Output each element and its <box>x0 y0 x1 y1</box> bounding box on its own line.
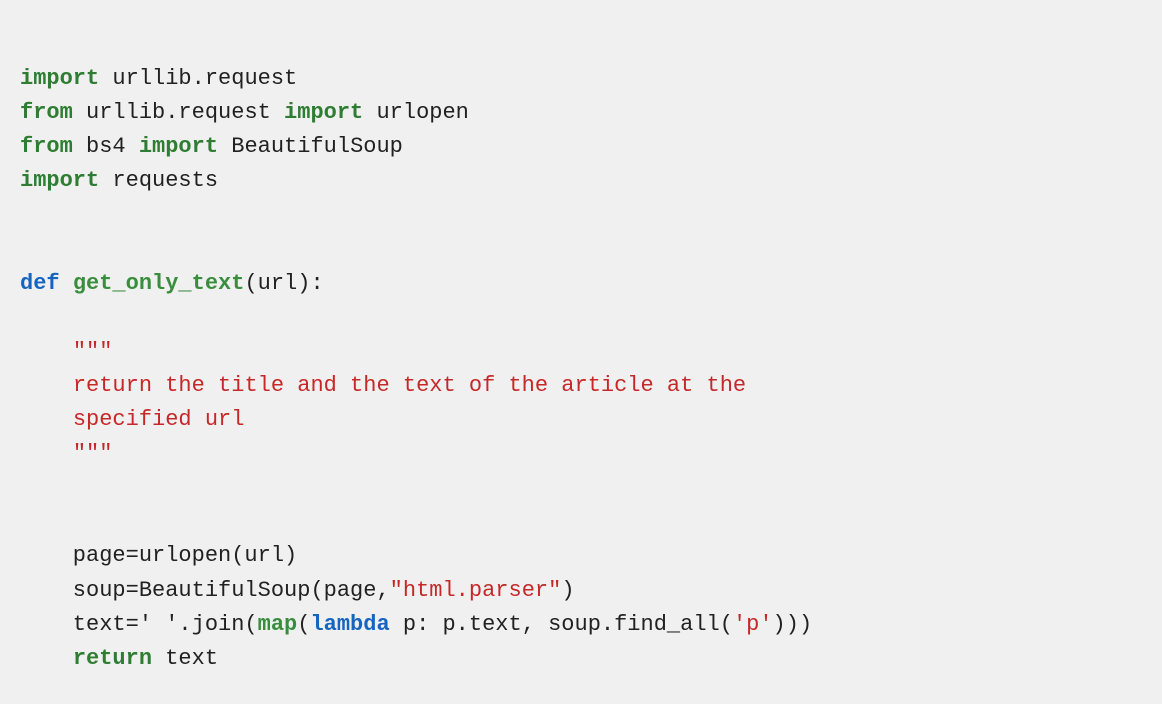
code-token: soup=BeautifulSoup(page, <box>20 578 390 603</box>
code-token: urllib.request <box>73 100 284 125</box>
code-token: p: p.text, soup.find_all( <box>390 612 733 637</box>
code-token: urlopen <box>363 100 469 125</box>
code-token: from <box>20 100 73 125</box>
code-line: from urllib.request import urlopen <box>20 96 1142 130</box>
code-token: from <box>20 134 73 159</box>
code-token: ))) <box>773 612 813 637</box>
code-token: import <box>284 100 363 125</box>
code-line: return text <box>20 642 1142 676</box>
code-token: import <box>20 168 99 193</box>
code-token: "html.parser" <box>390 578 562 603</box>
code-token: page=urlopen(url) <box>20 543 297 568</box>
code-line: page=urlopen(url) <box>20 539 1142 573</box>
code-token: lambda <box>310 612 389 637</box>
code-token: 'p' <box>733 612 773 637</box>
code-line: import requests <box>20 164 1142 198</box>
code-line: from bs4 import BeautifulSoup <box>20 130 1142 164</box>
code-token: import <box>20 66 99 91</box>
code-line: specified url <box>20 403 1142 437</box>
code-line: text=' '.join(map(lambda p: p.text, soup… <box>20 608 1142 642</box>
code-line <box>20 233 1142 267</box>
code-editor: import urllib.requestfrom urllib.request… <box>20 28 1142 676</box>
code-line: def get_only_text(url): <box>20 267 1142 301</box>
code-token <box>20 339 73 364</box>
code-token: requests <box>99 168 218 193</box>
code-token: import <box>139 134 218 159</box>
code-token <box>20 646 73 671</box>
code-token: BeautifulSoup <box>218 134 403 159</box>
code-token: return the title and the text of the art… <box>73 373 746 398</box>
code-token <box>20 407 73 432</box>
code-line: return the title and the text of the art… <box>20 369 1142 403</box>
code-line: import urllib.request <box>20 62 1142 96</box>
code-line <box>20 198 1142 232</box>
code-token: return <box>73 646 152 671</box>
code-token: urllib.request <box>99 66 297 91</box>
code-line: """ <box>20 437 1142 471</box>
code-line <box>20 301 1142 335</box>
code-token: def <box>20 271 60 296</box>
code-line: soup=BeautifulSoup(page,"html.parser") <box>20 574 1142 608</box>
code-token: specified url <box>73 407 245 432</box>
code-token: bs4 <box>73 134 139 159</box>
code-line <box>20 505 1142 539</box>
code-token: ) <box>561 578 574 603</box>
code-token: """ <box>73 339 113 364</box>
code-token: (url): <box>244 271 323 296</box>
code-token <box>60 271 73 296</box>
code-line <box>20 471 1142 505</box>
code-token: text=' '.join( <box>20 612 258 637</box>
code-token <box>20 373 73 398</box>
code-token: map <box>258 612 298 637</box>
code-token: """ <box>73 441 113 466</box>
code-line: """ <box>20 335 1142 369</box>
code-token: text <box>152 646 218 671</box>
code-token <box>20 441 73 466</box>
code-token: ( <box>297 612 310 637</box>
code-token: get_only_text <box>73 271 245 296</box>
